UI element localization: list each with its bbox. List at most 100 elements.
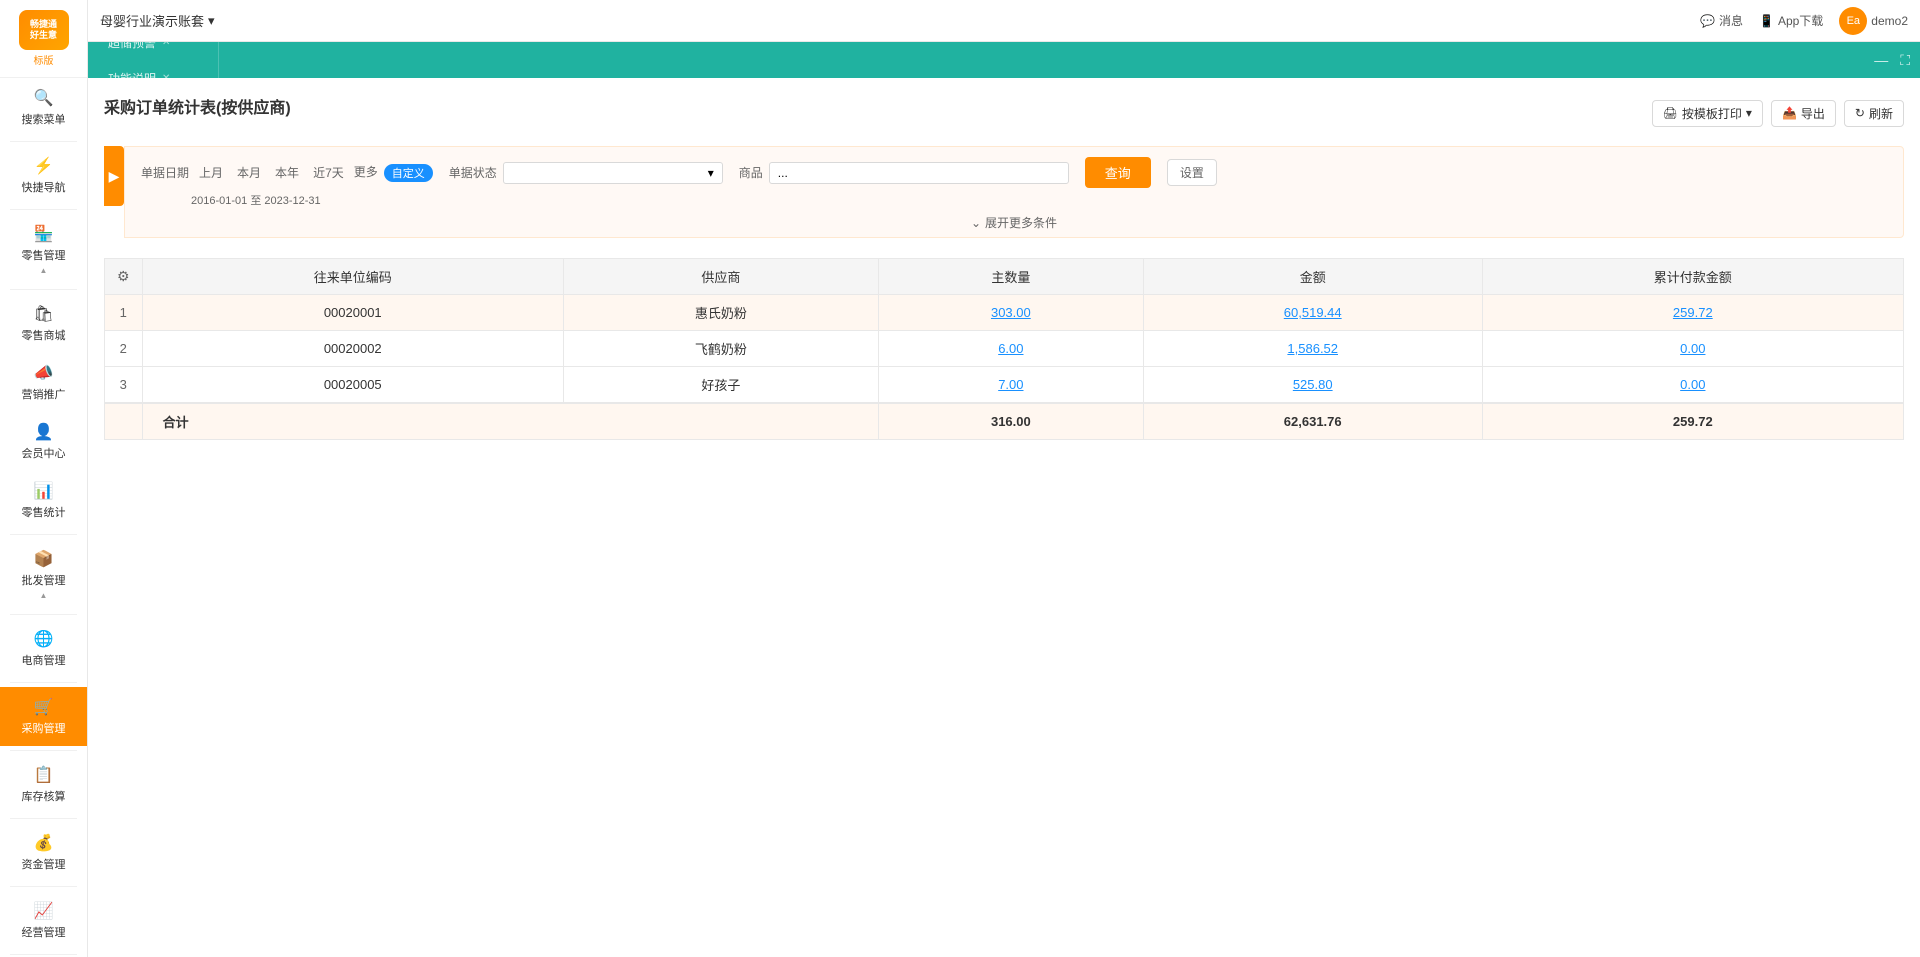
tabbar-actions: — ⛶ — [1872, 50, 1912, 71]
topbar: 母婴行业演示账套 ▾ 💬 消息 📱 App下载 Ea demo2 — [88, 0, 1920, 42]
tab-close-funcdesc[interactable]: ✕ — [162, 73, 170, 79]
sidebar-divider — [10, 141, 77, 142]
main-area: 母婴行业演示账套 ▾ 💬 消息 📱 App下载 Ea demo2 首页收发存汇总… — [88, 0, 1920, 957]
shortcut-last-month[interactable]: 上月 — [195, 163, 227, 182]
filter-row: 单据日期 上月 本月 本年 近7天 更多 自定义 单据状态 — [141, 157, 1887, 188]
app-logo: 畅捷通好生意 标版 — [0, 0, 87, 78]
sidebar-item-member[interactable]: 👤 会员中心 — [0, 412, 87, 471]
expand-arrow-icon: ▲ — [40, 266, 48, 275]
row-num: 3 — [105, 367, 143, 404]
sidebar-item-retailstat[interactable]: 📊 零售统计 — [0, 471, 87, 530]
sidebar-divider — [10, 209, 77, 210]
logo-image: 畅捷通好生意 — [19, 10, 69, 50]
row-paid[interactable]: 259.72 — [1482, 295, 1903, 331]
sidebar-label-wholesale: 批发管理 — [22, 572, 66, 588]
date-shortcuts: 上月 本月 本年 近7天 更多 — [195, 163, 378, 182]
tab-minimize-icon[interactable]: — — [1872, 50, 1890, 70]
footer-amount: 62,631.76 — [1143, 403, 1482, 440]
tab-overstock[interactable]: 超储预警✕ — [96, 42, 219, 60]
query-button[interactable]: 查询 — [1085, 157, 1151, 188]
gear-icon[interactable]: ⚙ — [117, 268, 130, 284]
filter-toggle-button[interactable]: ▶ — [104, 146, 124, 206]
goods-placeholder: ... — [778, 166, 788, 180]
row-paid[interactable]: 0.00 — [1482, 331, 1903, 367]
sidebar-label-retailstat: 零售统计 — [22, 504, 66, 520]
page-header-row: 采购订单统计表(按供应商) 🖨 按模板打印 ▾ 📤 导出 ↻ 刷新 — [104, 94, 1904, 132]
setting-button[interactable]: 设置 — [1167, 159, 1217, 186]
row-qty[interactable]: 303.00 — [878, 295, 1143, 331]
table-settings-col[interactable]: ⚙ — [105, 259, 143, 295]
app-download-btn[interactable]: 📱 App下载 — [1759, 12, 1823, 29]
status-filter-field: 单据状态 ▾ — [449, 162, 723, 184]
filter-section: 单据日期 上月 本月 本年 近7天 更多 自定义 单据状态 — [124, 146, 1904, 238]
sidebar-item-wholesale[interactable]: 📦 批发管理 ▲ — [0, 539, 87, 610]
sidebar-item-quicknav[interactable]: ⚡ 快捷导航 — [0, 146, 87, 205]
logo-subtitle: 标版 — [34, 52, 54, 67]
operation-icon: 📈 — [34, 901, 54, 921]
sidebar-item-operation[interactable]: 📈 经营管理 — [0, 891, 87, 950]
sidebar-item-finance[interactable]: 💰 资金管理 — [0, 823, 87, 882]
status-label: 单据状态 — [449, 164, 497, 181]
shortcut-last-7days[interactable]: 近7天 — [309, 163, 348, 182]
col-qty: 主数量 — [878, 259, 1143, 295]
col-amount: 金额 — [1143, 259, 1482, 295]
status-select[interactable]: ▾ — [503, 162, 723, 184]
print-arrow-icon: ▾ — [1746, 106, 1752, 120]
tab-funcdesc[interactable]: 功能说明✕ — [96, 60, 219, 78]
row-num: 2 — [105, 331, 143, 367]
sidebar-item-search[interactable]: 🔍 搜索菜单 — [0, 78, 87, 137]
table-row: 3 00020005 好孩子 7.00 525.80 0.00 — [105, 367, 1904, 404]
sidebar-label-retailmall: 零售商城 — [22, 327, 66, 343]
sidebar-item-retailmall[interactable]: 🛍 零售商城 — [0, 294, 87, 353]
sidebar-item-ecommerce[interactable]: 🌐 电商管理 — [0, 619, 87, 678]
export-button[interactable]: 📤 导出 — [1771, 100, 1836, 127]
footer-label: 合计 — [142, 403, 878, 440]
row-supplier: 惠氏奶粉 — [563, 295, 878, 331]
sidebar-label-operation: 经营管理 — [22, 924, 66, 940]
sidebar-item-inventory[interactable]: 📋 库存核算 — [0, 755, 87, 814]
row-amount[interactable]: 525.80 — [1143, 367, 1482, 404]
sidebar-item-purchase[interactable]: 🛒 采购管理 — [0, 687, 87, 746]
sidebar-items-container: 🔍 搜索菜单 ⚡ 快捷导航 🏪 零售管理 ▲ 🛍 零售商城 📣 营销推广 👤 会… — [0, 78, 87, 957]
sidebar-item-retail[interactable]: 🏪 零售管理 ▲ — [0, 214, 87, 285]
sidebar-divider — [10, 750, 77, 751]
refresh-icon: ↻ — [1855, 106, 1865, 120]
date-filter-field: 单据日期 上月 本月 本年 近7天 更多 自定义 — [141, 163, 433, 182]
purchase-icon: 🛒 — [34, 697, 54, 717]
message-btn[interactable]: 💬 消息 — [1700, 12, 1743, 29]
sidebar: 畅捷通好生意 标版 🔍 搜索菜单 ⚡ 快捷导航 🏪 零售管理 ▲ 🛍 零售商城 … — [0, 0, 88, 957]
inventory-icon: 📋 — [34, 765, 54, 785]
user-profile[interactable]: Ea demo2 — [1839, 7, 1908, 35]
status-select-arrow: ▾ — [708, 166, 714, 180]
tab-maximize-icon[interactable]: ⛶ — [1898, 50, 1912, 71]
row-code: 00020001 — [142, 295, 563, 331]
expand-more-btn[interactable]: ⌄ 展开更多条件 — [141, 214, 1887, 231]
shortcut-this-month[interactable]: 本月 — [233, 163, 265, 182]
footer-paid: 259.72 — [1482, 403, 1903, 440]
col-supplier: 供应商 — [563, 259, 878, 295]
shortcut-this-year[interactable]: 本年 — [271, 163, 303, 182]
custom-date-tag[interactable]: 自定义 — [384, 164, 433, 182]
refresh-button[interactable]: ↻ 刷新 — [1844, 100, 1904, 127]
row-amount[interactable]: 60,519.44 — [1143, 295, 1482, 331]
row-code: 00020002 — [142, 331, 563, 367]
sidebar-label-member: 会员中心 — [22, 445, 66, 461]
page-header-actions: 🖨 按模板打印 ▾ 📤 导出 ↻ 刷新 — [1652, 100, 1904, 127]
row-paid[interactable]: 0.00 — [1482, 367, 1903, 404]
user-avatar: Ea — [1839, 7, 1867, 35]
row-qty[interactable]: 6.00 — [878, 331, 1143, 367]
date-label: 单据日期 — [141, 164, 189, 181]
shortcut-more[interactable]: 更多 — [354, 163, 378, 182]
sidebar-label-inventory: 库存核算 — [22, 788, 66, 804]
wholesale-icon: 📦 — [34, 549, 54, 569]
row-amount[interactable]: 1,586.52 — [1143, 331, 1482, 367]
goods-select[interactable]: ... — [769, 162, 1069, 184]
print-button[interactable]: 🖨 按模板打印 ▾ — [1652, 100, 1763, 127]
row-qty[interactable]: 7.00 — [878, 367, 1143, 404]
tab-close-overstock[interactable]: ✕ — [162, 42, 170, 48]
account-dropdown[interactable]: 母婴行业演示账套 ▾ — [100, 11, 215, 30]
sidebar-label-retail: 零售管理 — [22, 247, 66, 263]
row-supplier: 飞鹤奶粉 — [563, 331, 878, 367]
sidebar-item-mktpromo[interactable]: 📣 营销推广 — [0, 353, 87, 412]
row-num: 1 — [105, 295, 143, 331]
